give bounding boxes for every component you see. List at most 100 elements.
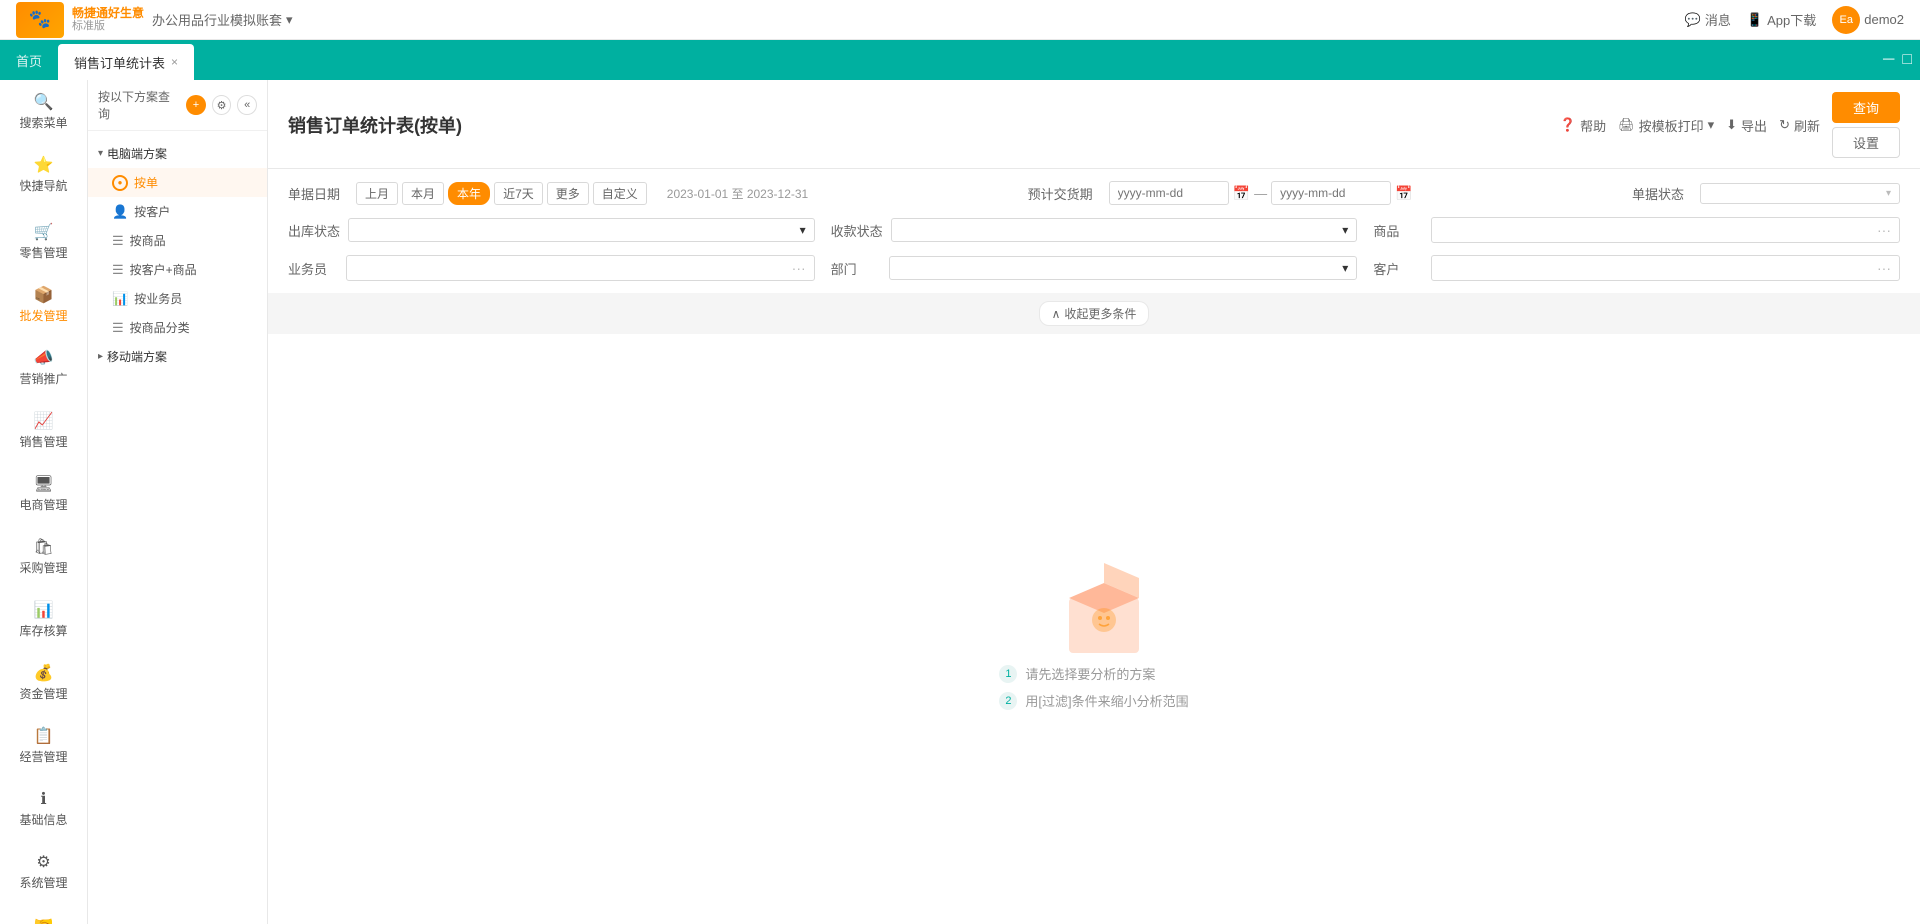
- help-icon: ❓: [1560, 117, 1576, 133]
- filter-col-payment: 收款状态 ▾: [831, 217, 1358, 243]
- last7-btn[interactable]: 近7天: [494, 182, 543, 205]
- tree-group-mobile-header[interactable]: ▸ 移动端方案: [88, 342, 267, 371]
- sidebar-item-finance[interactable]: 💰 资金管理: [0, 651, 87, 714]
- sidebar-item-inventory-label: 库存核算: [4, 622, 83, 639]
- sidebar-item-marketing[interactable]: 📣 营销推广: [0, 336, 87, 399]
- management-icon: 📋: [4, 726, 83, 746]
- app-download-action[interactable]: 📱 App下载: [1747, 10, 1816, 29]
- tree-item-goods-label: 按商品: [130, 232, 166, 249]
- user-name: demo2: [1864, 12, 1904, 27]
- scheme-settings-btn[interactable]: ⚙: [212, 95, 232, 115]
- logo-icon: 🐾: [29, 9, 51, 30]
- tree-item-sp-icon: 📊: [112, 291, 128, 307]
- ship-status-select[interactable]: ▾: [348, 218, 815, 242]
- help-label: 帮助: [1580, 116, 1606, 135]
- sidebar-item-purchase[interactable]: 🛍 采购管理: [0, 525, 87, 588]
- tree-item-by-salesperson[interactable]: 📊 按业务员: [88, 284, 267, 313]
- empty-illustration: [1044, 548, 1144, 648]
- this-month-btn[interactable]: 本月: [402, 182, 444, 205]
- tab-sales-order[interactable]: 销售订单统计表 ×: [58, 44, 194, 80]
- sidebar-item-search[interactable]: 🔍 搜索菜单: [0, 80, 87, 143]
- settings-btn[interactable]: 设置: [1832, 127, 1900, 158]
- last-month-btn[interactable]: 上月: [356, 182, 398, 205]
- refresh-btn[interactable]: ↻ 刷新: [1779, 116, 1820, 135]
- sidebar-item-inventory[interactable]: 📊 库存核算: [0, 588, 87, 651]
- tree-item-by-goods[interactable]: ☰ 按商品: [88, 226, 267, 255]
- sidebar-item-retail-label: 零售管理: [4, 244, 83, 261]
- system-icon: ⚙: [4, 852, 83, 872]
- cal-icon-end[interactable]: 📅: [1395, 185, 1412, 202]
- salesperson-dots-icon[interactable]: ···: [792, 260, 806, 276]
- sidebar-item-management[interactable]: 📋 经营管理: [0, 714, 87, 777]
- scheme-add-btn[interactable]: +: [186, 95, 206, 115]
- tabbar-actions: ─ □: [1883, 51, 1920, 69]
- export-btn[interactable]: ⬇ 导出: [1726, 116, 1767, 135]
- salesperson-input[interactable]: ···: [346, 255, 815, 281]
- sidebar-item-quick-nav[interactable]: ⭐ 快捷导航: [0, 143, 87, 206]
- tab-close-icon[interactable]: ×: [171, 55, 178, 69]
- sidebar-item-system[interactable]: ⚙ 系统管理: [0, 840, 87, 903]
- query-settings-group: 查询 设置: [1832, 92, 1900, 158]
- scheme-collapse-btn[interactable]: «: [237, 95, 257, 115]
- date-shortcuts: 上月 本月 本年 近7天 更多 自定义: [356, 182, 647, 205]
- collapse-btn[interactable]: ∧ 收起更多条件: [1039, 301, 1150, 326]
- custom-btn[interactable]: 自定义: [593, 182, 647, 205]
- main-right: 销售订单统计表(按单) ❓ 帮助 🖨 按模板打印 ▾ ⬇ 导出: [268, 80, 1920, 924]
- refresh-label: 刷新: [1794, 116, 1820, 135]
- tree-group-desktop-header[interactable]: ▾ 电脑端方案: [88, 139, 267, 168]
- sidebar-item-retail[interactable]: 🛒 零售管理: [0, 210, 87, 273]
- collapse-label: 收起更多条件: [1064, 305, 1136, 322]
- tree-item-by-order[interactable]: ● 按单: [88, 168, 267, 197]
- quick-nav-icon: ⭐: [4, 155, 83, 175]
- tabbar-minimize-btn[interactable]: ─: [1883, 51, 1894, 69]
- message-icon: 💬: [1685, 12, 1701, 28]
- app-download-icon: 📱: [1747, 12, 1763, 28]
- order-status-arrow: ▾: [1886, 188, 1891, 199]
- filter-row-3: 业务员 ··· 部门 ▾ 客户: [288, 255, 1900, 281]
- tree-item-by-category[interactable]: ☰ 按商品分类: [88, 313, 267, 342]
- tree-item-goods-icon: ☰: [112, 233, 124, 249]
- this-year-btn[interactable]: 本年: [448, 182, 490, 205]
- expected-date-end[interactable]: [1271, 181, 1391, 205]
- query-btn[interactable]: 查询: [1832, 92, 1900, 123]
- filter-col-salesperson: 业务员 ···: [288, 255, 815, 281]
- tree-group-arrow: ▾: [98, 148, 103, 159]
- goods-input[interactable]: ···: [1431, 217, 1900, 243]
- filter-col-goods: 商品 ···: [1373, 217, 1900, 243]
- goods-dots-icon[interactable]: ···: [1877, 222, 1891, 238]
- refresh-icon: ↻: [1779, 117, 1790, 133]
- sidebar-item-basic[interactable]: ℹ 基础信息: [0, 777, 87, 840]
- sidebar-item-ecommerce[interactable]: 🖥 电商管理: [0, 462, 87, 525]
- search-nav-icon: 🔍: [4, 92, 83, 112]
- tabbar-maximize-btn[interactable]: □: [1902, 51, 1912, 69]
- purchase-icon: 🛍: [4, 537, 83, 557]
- print-btn[interactable]: 🖨 按模板打印 ▾: [1618, 116, 1714, 135]
- order-status-select[interactable]: ▾: [1700, 183, 1900, 204]
- export-label: 导出: [1741, 116, 1767, 135]
- app-subtitle: 标准版: [72, 20, 144, 33]
- help-btn[interactable]: ❓ 帮助: [1560, 116, 1606, 135]
- sidebar-item-sales[interactable]: 📈 销售管理: [0, 399, 87, 462]
- scheme-header: 按以下方案查询 + ⚙ «: [88, 80, 267, 131]
- tree-item-by-customer[interactable]: 👤 按客户: [88, 197, 267, 226]
- message-label: 消息: [1705, 10, 1731, 29]
- department-select[interactable]: ▾: [889, 256, 1358, 280]
- sidebar-item-purchase-label: 采购管理: [4, 559, 83, 576]
- payment-status-select[interactable]: ▾: [891, 218, 1358, 242]
- sidebar-item-wholesale[interactable]: 📦 批发管理: [0, 273, 87, 336]
- more-btn[interactable]: 更多: [547, 182, 589, 205]
- app-selector[interactable]: 办公用品行业模拟账套 ▾: [152, 10, 293, 29]
- customer-dots-icon[interactable]: ···: [1877, 260, 1891, 276]
- tab-home[interactable]: 首页: [0, 40, 58, 80]
- topbar-right: 💬 消息 📱 App下载 Ea demo2: [1685, 6, 1904, 34]
- message-action[interactable]: 💬 消息: [1685, 10, 1731, 29]
- cal-icon-start[interactable]: 📅: [1233, 185, 1250, 202]
- customer-input[interactable]: ···: [1431, 255, 1900, 281]
- inventory-icon: 📊: [4, 600, 83, 620]
- expected-date-start[interactable]: [1109, 181, 1229, 205]
- hint-num-1: 1: [999, 665, 1017, 683]
- user-action[interactable]: Ea demo2: [1832, 6, 1904, 34]
- sidebar-item-enterprise[interactable]: 🤝 企业协同: [0, 903, 87, 924]
- tree-item-by-customer-goods[interactable]: ☰ 按客户+商品: [88, 255, 267, 284]
- department-arrow: ▾: [1342, 261, 1348, 275]
